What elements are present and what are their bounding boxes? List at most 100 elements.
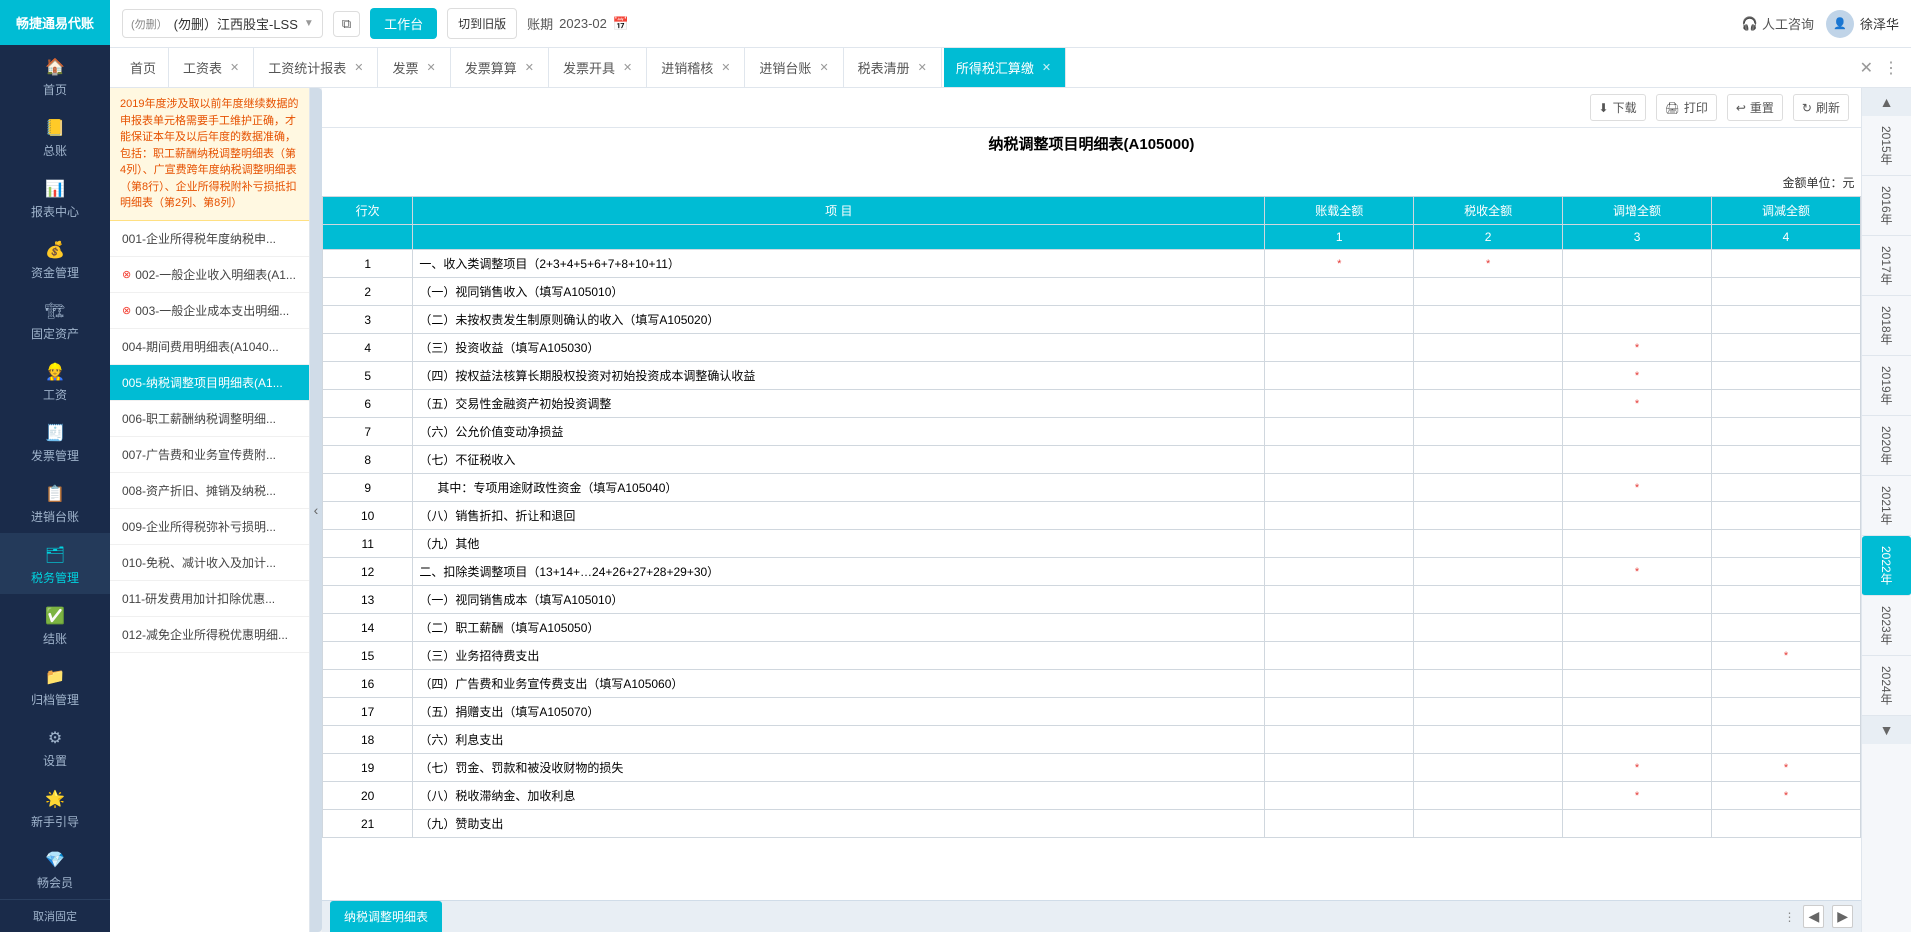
cell-col1[interactable] [1265, 698, 1414, 726]
tab-invoice-calc[interactable]: 发票算算 ✕ [453, 48, 549, 88]
cell-col4[interactable] [1712, 810, 1861, 838]
cell-col1[interactable] [1265, 586, 1414, 614]
tab-close-icon[interactable]: ✕ [817, 60, 830, 75]
cell-col2[interactable] [1414, 446, 1563, 474]
menu-item-011[interactable]: 011-研发费用加计扣除优惠... [110, 581, 309, 617]
cell-col3[interactable] [1563, 698, 1712, 726]
tab-tax-list[interactable]: 税表清册 ✕ [846, 48, 942, 88]
menu-item-002[interactable]: ⊗ 002-一般企业收入明细表(A1... [110, 257, 309, 293]
cell-col3[interactable]: * [1563, 474, 1712, 502]
cell-col1[interactable] [1265, 278, 1414, 306]
tab-close-icon[interactable]: ✕ [916, 60, 929, 75]
company-selector[interactable]: (勿删） (勿删）江西股宝-LSS ▼ [122, 9, 323, 38]
close-all-tabs-button[interactable]: ✕ [1856, 54, 1877, 82]
cell-col1[interactable] [1265, 810, 1414, 838]
cell-col2[interactable] [1414, 586, 1563, 614]
cell-col3[interactable]: * [1563, 754, 1712, 782]
year-item-2017[interactable]: 2017年 [1862, 236, 1911, 296]
cell-col4[interactable] [1712, 558, 1861, 586]
sidebar-item-payroll[interactable]: 👷 工资 [0, 350, 110, 411]
cell-col2[interactable]: * [1414, 250, 1563, 278]
year-item-2015[interactable]: 2015年 [1862, 116, 1911, 176]
user-area[interactable]: 👤 徐泽华 [1826, 10, 1899, 38]
cell-col1[interactable] [1265, 334, 1414, 362]
menu-item-010[interactable]: 010-免税、减计收入及加计... [110, 545, 309, 581]
cell-col2[interactable] [1414, 754, 1563, 782]
tab-close-icon[interactable]: ✕ [352, 60, 365, 75]
reset-button[interactable]: ↩ 重置 [1727, 94, 1783, 121]
refresh-button[interactable]: ↻ 刷新 [1793, 94, 1849, 121]
menu-item-006[interactable]: 006-职工薪酬纳税调整明细... [110, 401, 309, 437]
cell-col2[interactable] [1414, 614, 1563, 642]
cell-col3[interactable] [1563, 278, 1712, 306]
cell-col2[interactable] [1414, 642, 1563, 670]
sidebar-item-finance[interactable]: 💰 资金管理 [0, 228, 110, 289]
cell-col1[interactable] [1265, 418, 1414, 446]
cell-col3[interactable] [1563, 810, 1712, 838]
cell-col4[interactable]: * [1712, 754, 1861, 782]
sidebar-item-member[interactable]: 💎 畅会员 [0, 838, 110, 899]
cell-col4[interactable]: * [1712, 782, 1861, 810]
cell-col4[interactable] [1712, 586, 1861, 614]
menu-item-005[interactable]: 005-纳税调整项目明细表(A1... [110, 365, 309, 401]
tab-close-icon[interactable]: ✕ [1040, 60, 1053, 75]
sidebar-item-tax[interactable]: 🗂 税务管理 [0, 533, 110, 594]
cell-col4[interactable] [1712, 250, 1861, 278]
cell-col1[interactable] [1265, 670, 1414, 698]
menu-item-004[interactable]: 004-期间费用明细表(A1040... [110, 329, 309, 365]
cell-col3[interactable]: * [1563, 362, 1712, 390]
collapse-panel-button[interactable]: ‹ [310, 88, 322, 932]
bottom-tab-adjust[interactable]: 纳税调整明细表 [330, 901, 442, 932]
cell-col3[interactable]: * [1563, 558, 1712, 586]
cell-col1[interactable] [1265, 642, 1414, 670]
cell-col1[interactable] [1265, 362, 1414, 390]
tab-payroll-stats[interactable]: 工资统计报表 ✕ [256, 48, 378, 88]
cell-col3[interactable] [1563, 670, 1712, 698]
year-item-2023[interactable]: 2023年 [1862, 596, 1911, 656]
cell-col4[interactable] [1712, 698, 1861, 726]
cell-col1[interactable] [1265, 474, 1414, 502]
cell-col1[interactable]: * [1265, 250, 1414, 278]
menu-item-009[interactable]: 009-企业所得税弥补亏损明... [110, 509, 309, 545]
table-wrapper[interactable]: 纳税调整项目明细表(A105000) 金额单位：元 行次 项 目 账载全额 [322, 128, 1861, 900]
cell-col2[interactable] [1414, 362, 1563, 390]
cell-col2[interactable] [1414, 474, 1563, 502]
tab-close-icon[interactable]: ✕ [425, 60, 438, 75]
workbench-button[interactable]: 工作台 [370, 8, 437, 39]
cell-col2[interactable] [1414, 530, 1563, 558]
sidebar-item-home[interactable]: 🏠 首页 [0, 45, 110, 106]
scroll-right-button[interactable]: ▶ [1832, 905, 1853, 928]
cell-col4[interactable] [1712, 390, 1861, 418]
year-item-2020[interactable]: 2020年 [1862, 416, 1911, 476]
year-item-2019[interactable]: 2019年 [1862, 356, 1911, 416]
year-item-2016[interactable]: 2016年 [1862, 176, 1911, 236]
cell-col3[interactable] [1563, 614, 1712, 642]
cell-col4[interactable]: * [1712, 642, 1861, 670]
year-item-2021[interactable]: 2021年 [1862, 476, 1911, 536]
year-item-2024[interactable]: 2024年 [1862, 656, 1911, 716]
cell-col2[interactable] [1414, 810, 1563, 838]
tab-invoice[interactable]: 发票 ✕ [380, 48, 450, 88]
tab-close-icon[interactable]: ✕ [719, 60, 732, 75]
cell-col1[interactable] [1265, 390, 1414, 418]
tab-income-tax[interactable]: 所得税汇算缴 ✕ [944, 48, 1066, 88]
menu-item-008[interactable]: 008-资产折旧、摊销及纳税... [110, 473, 309, 509]
cell-col3[interactable] [1563, 586, 1712, 614]
menu-item-001[interactable]: 001-企业所得税年度纳税申... [110, 221, 309, 257]
tab-invoice-issue[interactable]: 发票开具 ✕ [551, 48, 647, 88]
cell-col4[interactable] [1712, 502, 1861, 530]
download-button[interactable]: ⬇ 下载 [1590, 94, 1646, 121]
cell-col1[interactable] [1265, 502, 1414, 530]
calendar-icon[interactable]: 📅 [613, 16, 629, 32]
cell-col2[interactable] [1414, 698, 1563, 726]
cell-col2[interactable] [1414, 418, 1563, 446]
menu-item-007[interactable]: 007-广告费和业务宣传费附... [110, 437, 309, 473]
cell-col3[interactable] [1563, 726, 1712, 754]
cell-col1[interactable] [1265, 558, 1414, 586]
cell-col4[interactable] [1712, 362, 1861, 390]
tab-close-icon[interactable]: ✕ [228, 60, 241, 75]
tab-payroll[interactable]: 工资表 ✕ [171, 48, 254, 88]
sidebar-item-sales-ledger[interactable]: 📋 进销台账 [0, 472, 110, 533]
cell-col2[interactable] [1414, 306, 1563, 334]
tab-close-icon[interactable]: ✕ [621, 60, 634, 75]
